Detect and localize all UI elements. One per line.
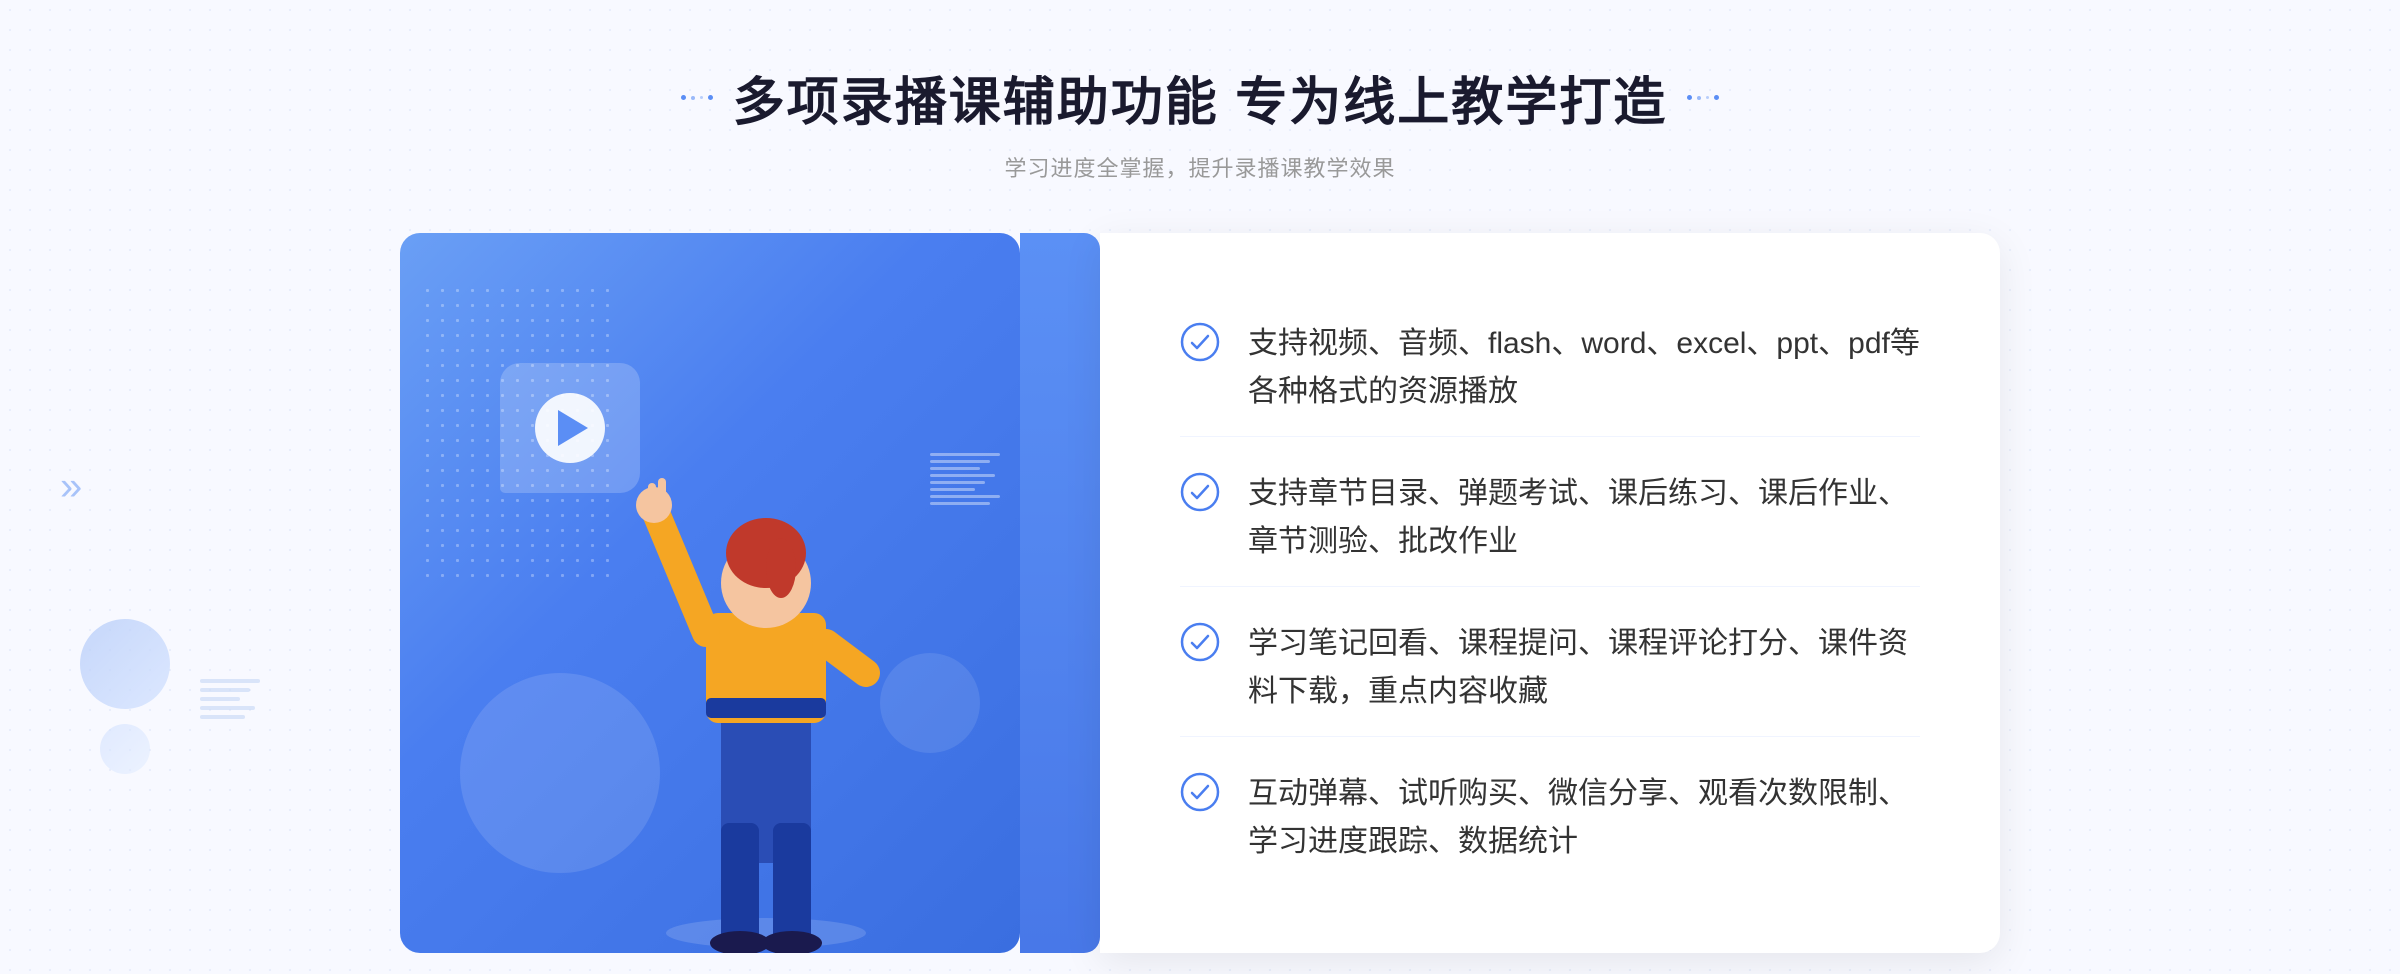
- page-subtitle: 学习进度全掌握，提升录播课教学效果: [681, 151, 1719, 183]
- deco-circle-1: [80, 619, 170, 709]
- feature-text-3: 学习笔记回看、课程提问、课程评论打分、课件资料下载，重点内容收藏: [1248, 620, 1920, 716]
- deco-circle-2: [100, 724, 150, 774]
- deco-dots-right: [1687, 95, 1719, 100]
- chevron-right-icon: »: [60, 465, 82, 509]
- human-figure: [626, 433, 906, 953]
- illustration-panel: [400, 233, 1020, 953]
- feature-item-3: 学习笔记回看、课程提问、课程评论打分、课件资料下载，重点内容收藏: [1180, 600, 1920, 737]
- decorative-circles: [80, 619, 170, 774]
- feature-text-2: 支持章节目录、弹题考试、课后练习、课后作业、章节测验、批改作业: [1248, 470, 1920, 566]
- decorative-lines-outer: [200, 679, 260, 724]
- check-icon-4: [1180, 772, 1220, 812]
- header-section: 多项录播课辅助功能 专为线上教学打造 学习进度全掌握，提升录播课教学效果: [681, 60, 1719, 183]
- feature-text-4: 互动弹幕、试听购买、微信分享、观看次数限制、学习进度跟踪、数据统计: [1248, 770, 1920, 866]
- blue-side-panel: [1020, 233, 1100, 953]
- left-arrow-deco: »: [60, 465, 82, 510]
- feature-item-2: 支持章节目录、弹题考试、课后练习、课后作业、章节测验、批改作业: [1180, 450, 1920, 587]
- feature-item-4: 互动弹幕、试听购买、微信分享、观看次数限制、学习进度跟踪、数据统计: [1180, 750, 1920, 886]
- content-area: 支持视频、音频、flash、word、excel、ppt、pdf等各种格式的资源…: [400, 233, 2000, 953]
- title-row: 多项录播课辅助功能 专为线上教学打造: [681, 60, 1719, 135]
- page-title: 多项录播课辅助功能 专为线上教学打造: [733, 60, 1667, 135]
- play-button-icon: [535, 393, 605, 463]
- check-icon-1: [1180, 322, 1220, 362]
- features-panel: 支持视频、音频、flash、word、excel、ppt、pdf等各种格式的资源…: [1100, 233, 2000, 953]
- panel-deco-lines: [930, 453, 1000, 505]
- play-bubble: [500, 363, 640, 493]
- check-icon-2: [1180, 472, 1220, 512]
- feature-item-1: 支持视频、音频、flash、word、excel、ppt、pdf等各种格式的资源…: [1180, 300, 1920, 437]
- check-icon-3: [1180, 622, 1220, 662]
- play-triangle: [558, 410, 588, 446]
- feature-text-1: 支持视频、音频、flash、word、excel、ppt、pdf等各种格式的资源…: [1248, 320, 1920, 416]
- page-container: 多项录播课辅助功能 专为线上教学打造 学习进度全掌握，提升录播课教学效果: [0, 0, 2400, 974]
- deco-dots-left: [681, 95, 713, 100]
